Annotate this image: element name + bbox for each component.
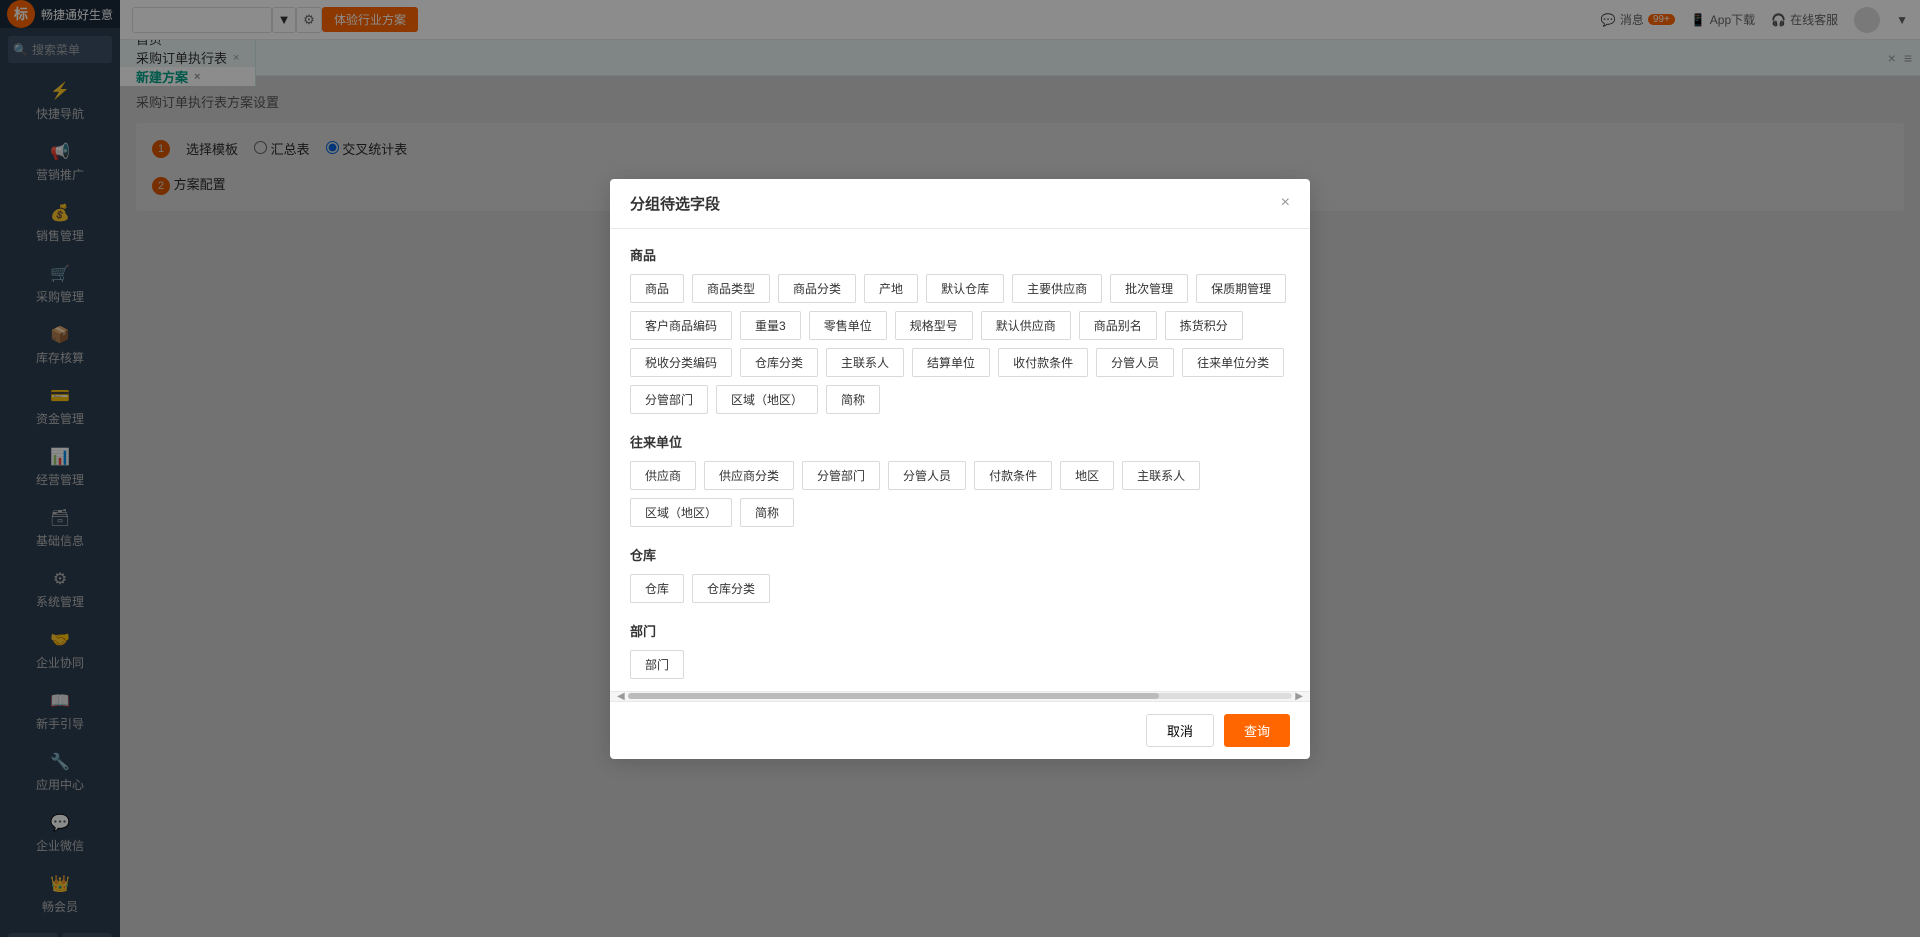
field-tag-0-19[interactable]: 收付款条件 (998, 348, 1088, 377)
field-section-3: 部门部门 (630, 621, 1290, 679)
field-tag-0-1[interactable]: 商品类型 (692, 274, 770, 303)
modal-horizontal-scrollbar[interactable]: ◀ ▶ (610, 691, 1310, 701)
field-tag-1-0[interactable]: 供应商 (630, 461, 696, 490)
field-tag-0-22[interactable]: 分管部门 (630, 385, 708, 414)
field-tag-1-8[interactable]: 简称 (740, 498, 794, 527)
field-tag-0-14[interactable]: 拣货积分 (1165, 311, 1243, 340)
field-section-title-3: 部门 (630, 621, 1290, 640)
field-tag-2-1[interactable]: 仓库分类 (692, 574, 770, 603)
field-tag-3-0[interactable]: 部门 (630, 650, 684, 679)
field-tag-0-0[interactable]: 商品 (630, 274, 684, 303)
field-section-title-0: 商品 (630, 245, 1290, 264)
field-tag-0-11[interactable]: 规格型号 (895, 311, 973, 340)
field-tag-0-10[interactable]: 零售单位 (809, 311, 887, 340)
field-tags-0: 商品商品类型商品分类产地默认仓库主要供应商批次管理保质期管理客户商品编码重量3 零… (630, 274, 1290, 414)
field-section-1: 往来单位供应商供应商分类分管部门分管人员付款条件地区主联系人区域（地区） 简称 (630, 432, 1290, 527)
field-tag-2-0[interactable]: 仓库 (630, 574, 684, 603)
field-tag-0-6[interactable]: 批次管理 (1110, 274, 1188, 303)
field-tags-2: 仓库仓库分类 (630, 574, 1290, 603)
hscroll-track (628, 693, 1293, 699)
field-tag-0-24[interactable]: 简称 (826, 385, 880, 414)
cancel-button[interactable]: 取消 (1146, 714, 1214, 747)
confirm-button[interactable]: 查询 (1224, 714, 1290, 747)
field-tags-1: 供应商供应商分类分管部门分管人员付款条件地区主联系人区域（地区） 简称 (630, 461, 1290, 527)
field-tag-0-7[interactable]: 保质期管理 (1196, 274, 1286, 303)
field-tag-0-9[interactable]: 重量3 (740, 311, 801, 340)
modal-body[interactable]: 商品商品商品类型商品分类产地默认仓库主要供应商批次管理保质期管理客户商品编码重量… (610, 229, 1310, 691)
hscroll-thumb (628, 693, 1160, 699)
modal-title: 分组待选字段 (630, 193, 720, 214)
field-section-2: 仓库仓库仓库分类 (630, 545, 1290, 603)
field-tag-0-21[interactable]: 往来单位分类 (1182, 348, 1284, 377)
field-tag-0-20[interactable]: 分管人员 (1096, 348, 1174, 377)
field-section-0: 商品商品商品类型商品分类产地默认仓库主要供应商批次管理保质期管理客户商品编码重量… (630, 245, 1290, 414)
field-select-modal: 分组待选字段 × 商品商品商品类型商品分类产地默认仓库主要供应商批次管理保质期管… (610, 179, 1310, 759)
modal-header: 分组待选字段 × (610, 179, 1310, 229)
field-tag-0-3[interactable]: 产地 (864, 274, 918, 303)
modal-footer: 取消 查询 (610, 701, 1310, 759)
field-tag-1-1[interactable]: 供应商分类 (704, 461, 794, 490)
field-tag-0-2[interactable]: 商品分类 (778, 274, 856, 303)
field-tag-0-15[interactable]: 税收分类编码 (630, 348, 732, 377)
field-tag-1-5[interactable]: 地区 (1060, 461, 1114, 490)
field-tag-0-23[interactable]: 区域（地区） (716, 385, 818, 414)
field-tag-0-17[interactable]: 主联系人 (826, 348, 904, 377)
field-section-title-1: 往来单位 (630, 432, 1290, 451)
field-tag-1-3[interactable]: 分管人员 (888, 461, 966, 490)
field-tag-0-12[interactable]: 默认供应商 (981, 311, 1071, 340)
field-tag-1-7[interactable]: 区域（地区） (630, 498, 732, 527)
field-section-title-2: 仓库 (630, 545, 1290, 564)
field-tag-0-16[interactable]: 仓库分类 (740, 348, 818, 377)
field-tag-1-6[interactable]: 主联系人 (1122, 461, 1200, 490)
field-tags-3: 部门 (630, 650, 1290, 679)
modal-close-button[interactable]: × (1281, 194, 1290, 212)
modal-overlay: 分组待选字段 × 商品商品商品类型商品分类产地默认仓库主要供应商批次管理保质期管… (0, 0, 1920, 937)
field-tag-0-5[interactable]: 主要供应商 (1012, 274, 1102, 303)
field-tag-1-4[interactable]: 付款条件 (974, 461, 1052, 490)
field-tag-0-18[interactable]: 结算单位 (912, 348, 990, 377)
field-tag-1-2[interactable]: 分管部门 (802, 461, 880, 490)
field-tag-0-4[interactable]: 默认仓库 (926, 274, 1004, 303)
field-tag-0-8[interactable]: 客户商品编码 (630, 311, 732, 340)
field-tag-0-13[interactable]: 商品别名 (1079, 311, 1157, 340)
